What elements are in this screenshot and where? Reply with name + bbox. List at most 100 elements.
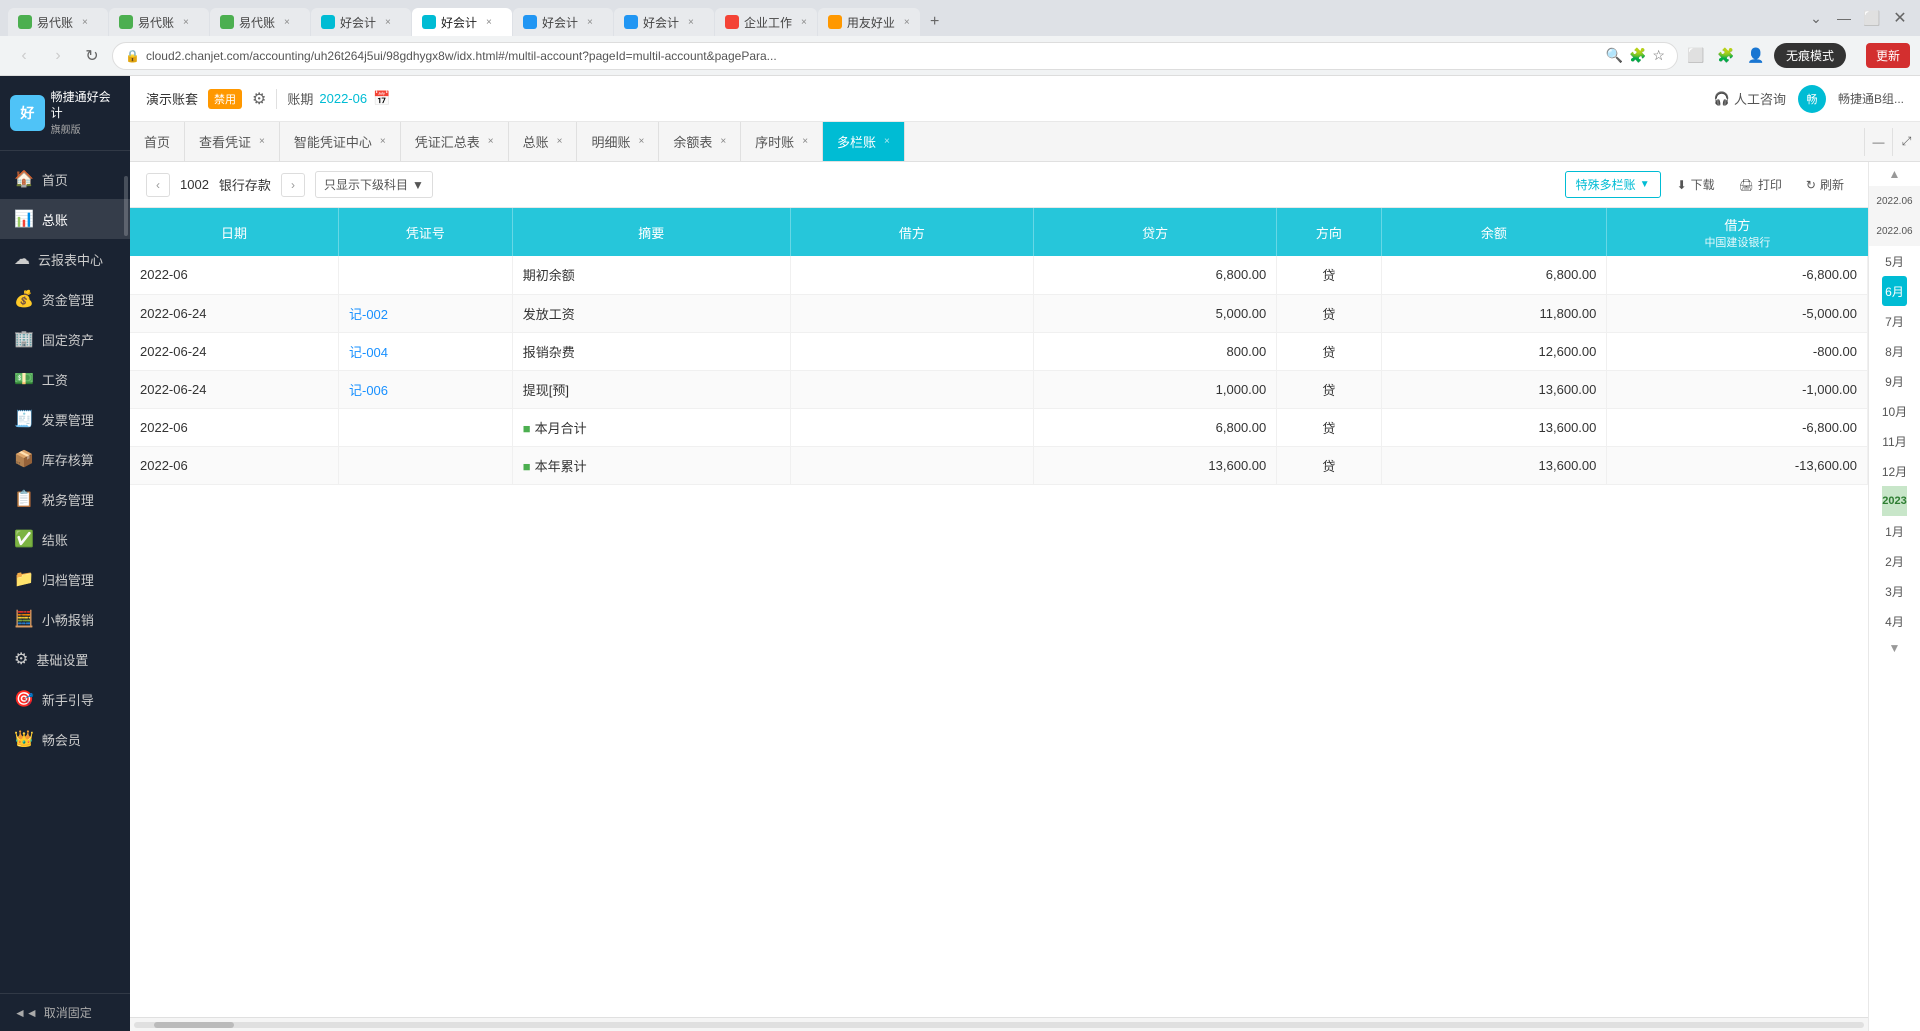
tab-close-4[interactable]: ×: [486, 17, 492, 28]
tab-list-button[interactable]: ⌄: [1804, 6, 1828, 30]
tab-view-voucher-close[interactable]: ×: [259, 136, 265, 147]
forward-button[interactable]: ›: [44, 42, 72, 70]
sidebar-item-inventory[interactable]: 📦 库存核算: [0, 439, 130, 479]
tab-smart-voucher-close[interactable]: ×: [380, 136, 386, 147]
tab-close-7[interactable]: ×: [801, 17, 807, 28]
star-icon[interactable]: ☆: [1652, 47, 1665, 64]
tab-general-close[interactable]: ×: [557, 136, 563, 147]
browser-tab-8[interactable]: 用友好业 ×: [818, 8, 920, 36]
search-icon[interactable]: 🔍: [1606, 47, 1623, 64]
sidebar-item-guide[interactable]: 🎯 新手引导: [0, 679, 130, 719]
month-item[interactable]: 11月: [1882, 426, 1907, 456]
tab-smart-voucher[interactable]: 智能凭证中心 ×: [280, 122, 401, 162]
prev-account-button[interactable]: ‹: [146, 173, 170, 197]
month-item[interactable]: 6月: [1882, 276, 1907, 306]
sidebar-item-expense[interactable]: 🧮 小畅报销: [0, 599, 130, 639]
consult-button[interactable]: 🎧 人工咨询: [1714, 89, 1786, 108]
pin-sidebar-button[interactable]: ◄◄ 取消固定: [14, 1004, 116, 1021]
tab-sequence-close[interactable]: ×: [802, 136, 808, 147]
scroll-down-button[interactable]: ▼: [1869, 636, 1920, 660]
month-item[interactable]: 5月: [1882, 246, 1907, 276]
tab-close-0[interactable]: ×: [82, 17, 88, 28]
sidebar-item-tax[interactable]: 📋 税务管理: [0, 479, 130, 519]
extensions-button[interactable]: 🧩: [1714, 44, 1738, 68]
tab-close-1[interactable]: ×: [183, 17, 189, 28]
month-item[interactable]: 8月: [1882, 336, 1907, 366]
calendar-icon[interactable]: 📅: [373, 90, 390, 107]
print-button[interactable]: 🖨 打印: [1731, 172, 1790, 197]
screenshot-icon[interactable]: ⬜: [1684, 44, 1708, 68]
sidebar-item-invoice[interactable]: 🧾 发票管理: [0, 399, 130, 439]
tab-close-8[interactable]: ×: [904, 17, 910, 28]
tab-voucher-summary-close[interactable]: ×: [488, 136, 494, 147]
tab-voucher-summary[interactable]: 凭证汇总表 ×: [401, 122, 509, 162]
tab-home[interactable]: 首页: [130, 122, 185, 162]
sidebar-item-fund[interactable]: 💰 资金管理: [0, 279, 130, 319]
tab-close-5[interactable]: ×: [587, 17, 593, 28]
browser-tab-3[interactable]: 好会计 ×: [311, 8, 411, 36]
expand-panel-button[interactable]: ⤢: [1892, 128, 1920, 156]
browser-tab-4[interactable]: 好会计 ×: [412, 8, 512, 36]
browser-tab-0[interactable]: 易代账 ×: [8, 8, 108, 36]
minimize-button[interactable]: —: [1832, 6, 1856, 30]
tab-close-2[interactable]: ×: [284, 17, 290, 28]
tab-detail-close[interactable]: ×: [638, 136, 644, 147]
tab-multi-ledger[interactable]: 多栏账 ×: [823, 122, 905, 162]
month-item[interactable]: 7月: [1882, 306, 1907, 336]
profile-button[interactable]: 👤: [1744, 44, 1768, 68]
sidebar-item-settings[interactable]: ⚙ 基础设置: [0, 639, 130, 679]
month-item[interactable]: 12月: [1882, 456, 1907, 486]
browser-tab-1[interactable]: 易代账 ×: [109, 8, 209, 36]
browser-tab-2[interactable]: 易代账 ×: [210, 8, 310, 36]
browser-tab-6[interactable]: 好会计 ×: [614, 8, 714, 36]
refresh-browser-button[interactable]: ↻: [78, 42, 106, 70]
scroll-up-button[interactable]: ▲: [1869, 162, 1920, 186]
new-tab-button[interactable]: +: [921, 8, 949, 36]
sidebar-item-fixed-assets[interactable]: 🏢 固定资产: [0, 319, 130, 359]
stealth-mode-button[interactable]: 无痕模式: [1774, 43, 1846, 68]
sub-filter-dropdown[interactable]: 只显示下级科目 ▼: [315, 171, 433, 198]
special-multiledger-button[interactable]: 特殊多栏账 ▼: [1565, 171, 1661, 198]
voucher-link[interactable]: 记-002: [349, 307, 388, 322]
tab-close-3[interactable]: ×: [385, 17, 391, 28]
sidebar-item-salary[interactable]: 💵 工资: [0, 359, 130, 399]
month-item[interactable]: 2月: [1882, 546, 1907, 576]
download-button[interactable]: ⬇ 下载: [1669, 172, 1723, 197]
refresh-ledger-button[interactable]: ↻ 刷新: [1798, 172, 1852, 197]
tab-balance-close[interactable]: ×: [720, 136, 726, 147]
sidebar-item-home[interactable]: 🏠 首页: [0, 159, 130, 199]
h-scrollbar[interactable]: [130, 1017, 1868, 1031]
sidebar-item-close[interactable]: ✅ 结账: [0, 519, 130, 559]
month-item[interactable]: 3月: [1882, 576, 1907, 606]
sidebar-item-archive[interactable]: 📁 归档管理: [0, 559, 130, 599]
restore-button[interactable]: ⬜: [1860, 6, 1884, 30]
sidebar-item-cloud-report[interactable]: ☁ 云报表中心: [0, 239, 130, 279]
tab-close-6[interactable]: ×: [688, 17, 694, 28]
tab-balance[interactable]: 余额表 ×: [659, 122, 741, 162]
month-item[interactable]: 4月: [1882, 606, 1907, 636]
tab-multi-close[interactable]: ×: [884, 136, 890, 147]
settings-gear-icon[interactable]: ⚙: [252, 89, 266, 109]
extension-icon[interactable]: 🧩: [1629, 47, 1646, 64]
month-item[interactable]: 10月: [1882, 396, 1907, 426]
tab-detail-ledger[interactable]: 明细账 ×: [577, 122, 659, 162]
browser-tab-5[interactable]: 好会计 ×: [513, 8, 613, 36]
sidebar-item-ledger[interactable]: 📊 总账: [0, 199, 130, 239]
tab-sequence[interactable]: 序时账 ×: [741, 122, 823, 162]
voucher-link[interactable]: 记-006: [349, 383, 388, 398]
minimize-panel-button[interactable]: —: [1864, 128, 1892, 156]
h-scrollbar-thumb[interactable]: [154, 1022, 234, 1028]
back-button[interactable]: ‹: [10, 42, 38, 70]
month-item[interactable]: 1月: [1882, 516, 1907, 546]
month-item[interactable]: 9月: [1882, 366, 1907, 396]
next-account-button[interactable]: ›: [281, 173, 305, 197]
browser-tab-7[interactable]: 企业工作 ×: [715, 8, 817, 36]
voucher-link[interactable]: 记-004: [349, 345, 388, 360]
tab-view-voucher[interactable]: 查看凭证 ×: [185, 122, 280, 162]
close-button[interactable]: ✕: [1888, 6, 1912, 30]
sidebar-scrollbar[interactable]: [124, 176, 128, 236]
address-bar[interactable]: 🔒 cloud2.chanjet.com/accounting/uh26t264…: [112, 42, 1678, 70]
update-button[interactable]: 更新: [1866, 43, 1910, 68]
sidebar-item-vip[interactable]: 👑 畅会员: [0, 719, 130, 759]
tab-general-ledger[interactable]: 总账 ×: [509, 122, 578, 162]
